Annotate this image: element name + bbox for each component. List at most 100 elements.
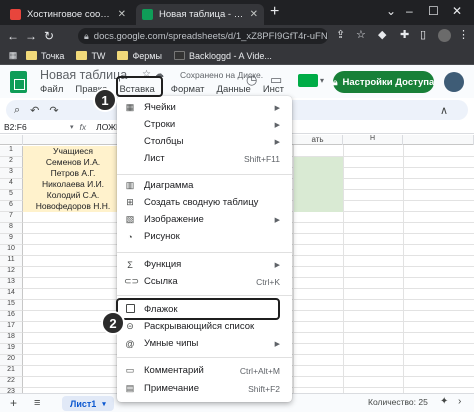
apps-grid-icon[interactable]: ▦ bbox=[4, 50, 22, 61]
name-box[interactable]: B2:F6 bbox=[0, 122, 70, 132]
row-header[interactable]: 16 bbox=[0, 311, 23, 322]
share-button[interactable]: 🔒︎ Настройки Доступа bbox=[333, 71, 434, 93]
chevron-down-icon[interactable]: ▾ bbox=[70, 123, 74, 131]
menu-item-dropdown[interactable]: ⊝ Раскрывающийся список bbox=[117, 318, 292, 335]
name-cell[interactable] bbox=[23, 212, 123, 223]
avatar[interactable] bbox=[444, 72, 464, 92]
name-cell[interactable]: Семенов И.А. bbox=[23, 157, 123, 168]
share-page-icon[interactable]: ⇪ bbox=[336, 28, 345, 41]
name-cell[interactable] bbox=[23, 377, 123, 388]
menu-item-drawing[interactable]: ◔ Рисунок bbox=[117, 228, 292, 245]
name-cell[interactable]: Учащиеся bbox=[23, 146, 123, 157]
name-cell[interactable] bbox=[23, 234, 123, 245]
column-header-partial[interactable]: ать bbox=[293, 135, 343, 145]
history-icon[interactable]: ◷ bbox=[246, 72, 257, 88]
forward-arrow-icon[interactable]: → bbox=[22, 29, 40, 43]
row-header[interactable]: 4 bbox=[0, 179, 23, 190]
explore-icon[interactable]: ✦ bbox=[440, 396, 448, 407]
bookmark-folder[interactable]: Фермы bbox=[117, 51, 162, 61]
comment-icon[interactable]: ▭ bbox=[270, 72, 282, 88]
menu-item-rows[interactable]: Строки ▶ bbox=[117, 116, 292, 133]
row-header[interactable]: 21 bbox=[0, 366, 23, 377]
back-arrow-icon[interactable]: ← bbox=[4, 29, 22, 43]
name-cell[interactable]: Николаева И.И. bbox=[23, 179, 123, 190]
menu-item-sheet[interactable]: Лист Shift+F11 bbox=[117, 150, 292, 167]
row-header[interactable]: 12 bbox=[0, 267, 23, 278]
name-cell[interactable] bbox=[23, 278, 123, 289]
sidebar-icon[interactable]: ▯ bbox=[420, 28, 426, 41]
name-cell[interactable]: Петров А.Г. bbox=[23, 168, 123, 179]
name-cell[interactable] bbox=[23, 256, 123, 267]
plus-icon[interactable]: + bbox=[270, 3, 279, 21]
name-cell[interactable]: Новофедоров Н.Н. bbox=[23, 201, 123, 212]
menu-file[interactable]: Файл bbox=[40, 84, 63, 95]
row-header[interactable]: 1 bbox=[0, 146, 23, 157]
redo-icon[interactable]: ↷ bbox=[49, 104, 58, 117]
puzzle-icon[interactable]: ✚ bbox=[400, 28, 409, 41]
select-all-corner[interactable] bbox=[0, 135, 23, 145]
menu-item-link[interactable]: ⊂⊃ Ссылка Ctrl+K bbox=[117, 273, 292, 290]
name-cell[interactable] bbox=[23, 355, 123, 366]
extension-icon[interactable]: ◆ bbox=[378, 28, 386, 41]
undo-icon[interactable]: ↶ bbox=[30, 104, 39, 117]
menu-item-smart-chips[interactable]: @ Умные чипы ▶ bbox=[117, 335, 292, 352]
minimize-icon[interactable]: – bbox=[406, 4, 413, 18]
menu-item-chart[interactable]: ▥ Диаграмма bbox=[117, 177, 292, 194]
row-header[interactable]: 18 bbox=[0, 333, 23, 344]
name-cell[interactable] bbox=[23, 344, 123, 355]
row-header[interactable]: 22 bbox=[0, 377, 23, 388]
bookmark-folder[interactable]: Точка bbox=[26, 51, 64, 61]
checkbox-cell[interactable] bbox=[293, 157, 343, 168]
menu-item-image[interactable]: ▧ Изображение ▶ bbox=[117, 211, 292, 228]
row-header[interactable]: 15 bbox=[0, 300, 23, 311]
row-header[interactable]: 17 bbox=[0, 322, 23, 333]
profile-avatar[interactable] bbox=[438, 29, 451, 42]
name-cell[interactable] bbox=[23, 366, 123, 377]
row-header[interactable]: 11 bbox=[0, 256, 23, 267]
row-header[interactable]: 14 bbox=[0, 289, 23, 300]
browser-tab-timeweb[interactable]: Хостинговое сообщество «Тим ✕ bbox=[4, 4, 132, 25]
menu-item-function[interactable]: Σ Функция ▶ bbox=[117, 256, 292, 273]
checkbox-cell[interactable] bbox=[293, 179, 343, 190]
maximize-icon[interactable]: ☐ bbox=[428, 4, 439, 18]
row-header[interactable]: 20 bbox=[0, 355, 23, 366]
checkbox-cell[interactable] bbox=[293, 190, 343, 201]
browser-tab-sheets[interactable]: Новая таблица - Google Табли ✕ bbox=[136, 4, 264, 25]
row-header[interactable]: 10 bbox=[0, 245, 23, 256]
menu-item-columns[interactable]: Столбцы ▶ bbox=[117, 133, 292, 150]
row-header[interactable]: 19 bbox=[0, 344, 23, 355]
selection-count[interactable]: Количество: 25 bbox=[368, 397, 428, 407]
document-title[interactable]: Новая таблица bbox=[40, 68, 127, 82]
add-sheet-icon[interactable]: + bbox=[10, 396, 17, 410]
chevron-right-icon[interactable]: › bbox=[458, 396, 461, 407]
more-menu-icon[interactable]: ⋮ bbox=[458, 28, 469, 41]
bookmark-link[interactable]: Backloggd - A Vide... bbox=[173, 51, 272, 61]
column-header[interactable] bbox=[403, 135, 474, 145]
name-cell[interactable] bbox=[23, 245, 123, 256]
checkbox-cell[interactable] bbox=[293, 201, 343, 212]
row-header[interactable]: 13 bbox=[0, 278, 23, 289]
column-header[interactable] bbox=[23, 135, 123, 145]
chevron-down-icon[interactable]: ▾ bbox=[102, 400, 106, 408]
meet-icon[interactable] bbox=[298, 74, 318, 87]
chevron-down-icon[interactable]: ⌄ bbox=[386, 4, 396, 18]
column-header-h[interactable]: H bbox=[343, 135, 403, 145]
menu-item-cells[interactable]: ▦ Ячейки ▶ bbox=[117, 99, 292, 116]
name-cell[interactable] bbox=[23, 333, 123, 344]
menu-item-comment[interactable]: ▭ Комментарий Ctrl+Alt+M bbox=[117, 362, 292, 379]
name-cell[interactable]: Колодий С.А. bbox=[23, 190, 123, 201]
row-header[interactable]: 9 bbox=[0, 234, 23, 245]
menu-item-pivot-table[interactable]: ⊞ Создать сводную таблицу bbox=[117, 194, 292, 211]
bookmark-folder[interactable]: TW bbox=[76, 51, 105, 61]
row-header[interactable]: 3 bbox=[0, 168, 23, 179]
menu-format[interactable]: Формат bbox=[171, 84, 205, 95]
row-header[interactable]: 8 bbox=[0, 223, 23, 234]
all-sheets-icon[interactable]: ≡ bbox=[34, 397, 40, 409]
name-cell[interactable] bbox=[23, 267, 123, 278]
close-icon[interactable]: ✕ bbox=[250, 9, 258, 20]
collapse-toolbar-icon[interactable]: ∧ bbox=[440, 104, 448, 117]
close-icon[interactable]: ✕ bbox=[118, 9, 126, 20]
row-header[interactable]: 5 bbox=[0, 190, 23, 201]
star-icon[interactable]: ☆ bbox=[356, 28, 366, 41]
chevron-down-icon[interactable]: ▾ bbox=[320, 76, 324, 85]
